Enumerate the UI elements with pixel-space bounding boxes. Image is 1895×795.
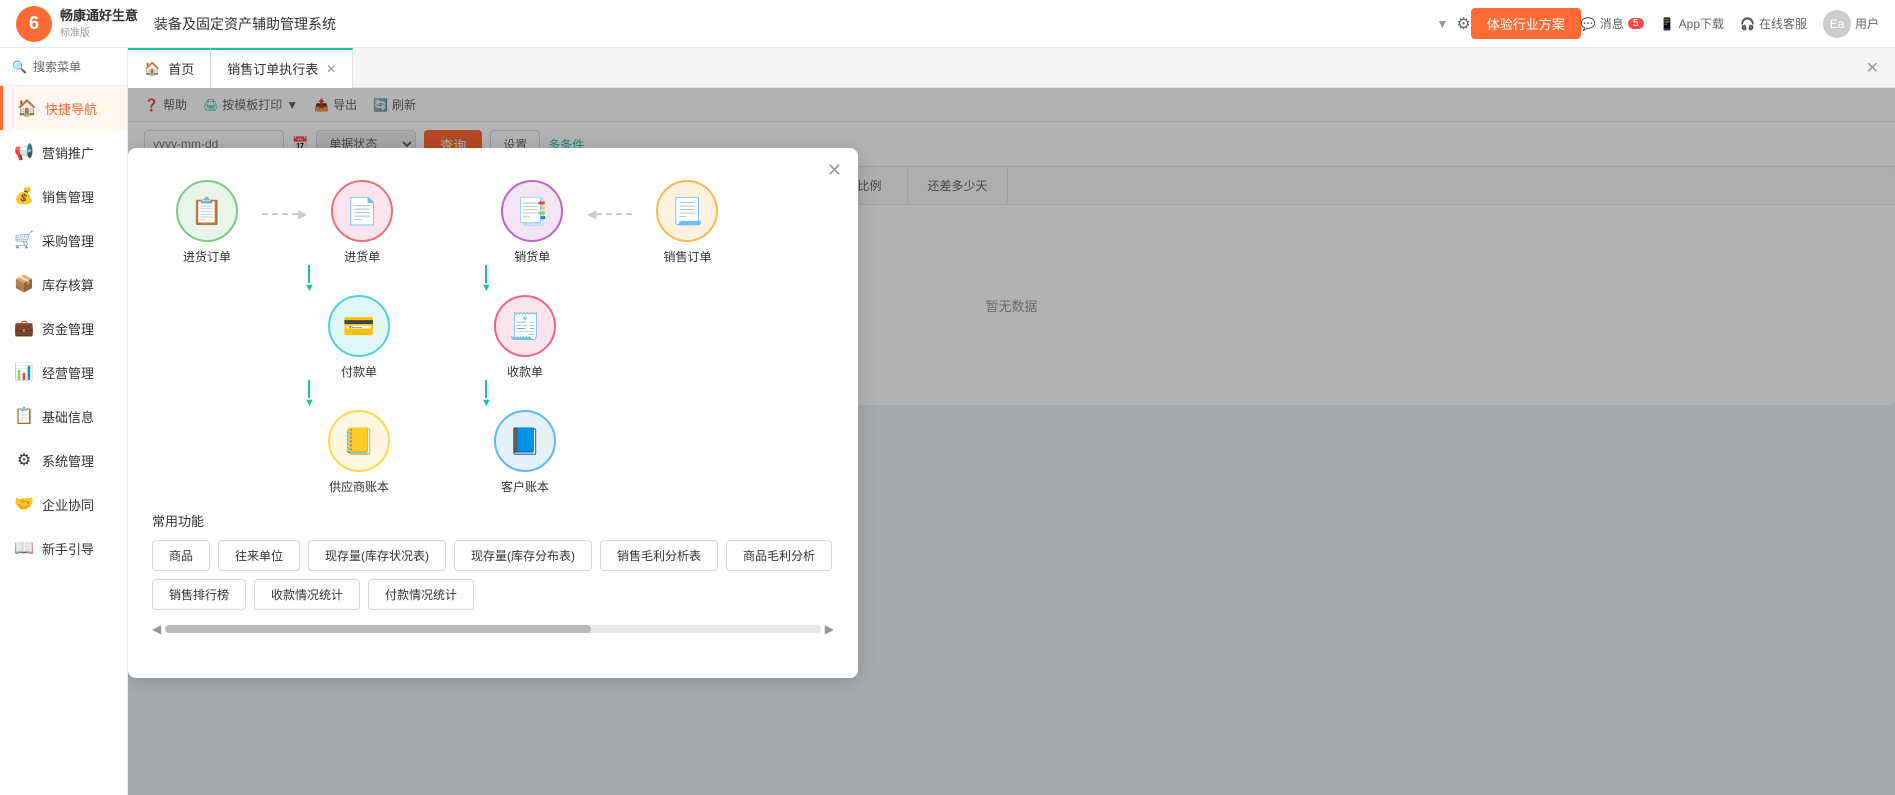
flow-node[interactable]: 📃销售订单 [632, 180, 742, 265]
tab-sales-exec[interactable]: 销售订单执行表 ✕ [211, 48, 353, 88]
sidebar-label-system: 系统管理 [42, 451, 94, 470]
message-item[interactable]: 💬 消息 5 [1581, 15, 1644, 32]
common-btn-stock-status[interactable]: 现存量(库存状况表) [308, 540, 446, 571]
home-icon: 🏠 [17, 98, 37, 118]
search-menu[interactable]: 🔍 搜索菜单 [0, 48, 127, 86]
gear-icon[interactable]: ⚙ [1456, 14, 1470, 34]
trial-button[interactable]: 体验行业方案 [1471, 8, 1581, 39]
app-download-icon: 📱 [1660, 17, 1675, 31]
money-icon: 💰 [14, 186, 34, 206]
sidebar-item-sales[interactable]: 💰 销售管理 [0, 174, 127, 218]
sidebar-item-finance[interactable]: 💼 资金管理 [0, 306, 127, 350]
sidebar-label-enterprise: 企业协同 [42, 495, 94, 514]
headset-icon: 🎧 [1740, 17, 1755, 31]
cart-icon: 🛒 [14, 230, 34, 250]
sidebar-label-quick-nav: 快捷导航 [45, 99, 97, 118]
common-btn-partner[interactable]: 往来单位 [218, 540, 300, 571]
sidebar-item-basic-info[interactable]: 📋 基础信息 [0, 394, 127, 438]
common-btn-product-profit[interactable]: 商品毛利分析 [726, 540, 832, 571]
sidebar-label-basic-info: 基础信息 [42, 407, 94, 426]
flow-node[interactable]: 💳付款单 [304, 295, 414, 380]
sidebar-label-sales: 销售管理 [42, 187, 94, 206]
app-download-label: App下载 [1679, 15, 1724, 32]
flow-node[interactable]: 📒供应商账本 [304, 410, 414, 495]
app-download-item[interactable]: 📱 App下载 [1660, 15, 1724, 32]
search-icon: 🔍 [12, 60, 27, 74]
tab-home-label: 首页 [168, 59, 194, 78]
dropdown-icon[interactable]: ▼ [1436, 17, 1448, 31]
scroll-right-icon[interactable]: ▶ [825, 622, 834, 636]
sidebar-label-marketing: 营销推广 [42, 143, 94, 162]
sidebar-label-guide: 新手引导 [42, 539, 94, 558]
common-buttons-row-1: 商品 往来单位 现存量(库存状况表) 现存量(库存分布表) 销售毛利分析表 商品… [152, 540, 834, 571]
sidebar-item-operations[interactable]: 📊 经营管理 [0, 350, 127, 394]
handshake-icon: 🤝 [14, 494, 34, 514]
sidebar-item-enterprise[interactable]: 🤝 企业协同 [0, 482, 127, 526]
flow-node[interactable]: 🧾收款单 [470, 295, 580, 380]
flow-node[interactable]: 📑销货单 [477, 180, 587, 265]
home-tab-icon: 🏠 [144, 61, 160, 77]
sidebar-label-purchase: 采购管理 [42, 231, 94, 250]
flow-diagram: 📋进货订单▶📄进货单📑销货单◀📃销售订单▼▼💳付款单🧾收款单▼▼📒供应商账本📘客… [152, 172, 834, 503]
user-name: 用户 [1855, 15, 1879, 32]
tab-home[interactable]: 🏠 首页 [128, 48, 211, 88]
common-btn-payment-stats[interactable]: 付款情况统计 [368, 579, 474, 610]
flow-node[interactable]: 📄进货单 [307, 180, 417, 265]
common-btn-sales-profit[interactable]: 销售毛利分析表 [600, 540, 718, 571]
avatar: Ea [1823, 10, 1851, 38]
box-icon: 📦 [14, 274, 34, 294]
modal-close-button[interactable]: ✕ [827, 160, 842, 181]
gear-nav-icon: ⚙ [14, 450, 34, 470]
common-btn-receipt-stats[interactable]: 收款情况统计 [254, 579, 360, 610]
message-label: 消息 [1600, 15, 1624, 32]
logo-icon: 6 [16, 6, 52, 42]
chart-icon: 📊 [14, 362, 34, 382]
logo-text: 畅康通好生意 标准版 [60, 8, 138, 39]
modal-overlay: ✕ 📋进货订单▶📄进货单📑销货单◀📃销售订单▼▼💳付款单🧾收款单▼▼📒供应商账本… [128, 88, 1895, 795]
common-buttons-row-2: 销售排行榜 收款情况统计 付款情况统计 [152, 579, 834, 610]
book-icon: 📖 [14, 538, 34, 558]
flow-modal: ✕ 📋进货订单▶📄进货单📑销货单◀📃销售订单▼▼💳付款单🧾收款单▼▼📒供应商账本… [128, 148, 858, 678]
tab-bar: 🏠 首页 销售订单执行表 ✕ ✕ [128, 48, 1895, 88]
message-badge: 5 [1628, 18, 1644, 29]
search-menu-label: 搜索菜单 [33, 58, 81, 75]
sidebar-item-system[interactable]: ⚙ 系统管理 [0, 438, 127, 482]
scroll-left-icon[interactable]: ◀ [152, 622, 161, 636]
scroll-thumb[interactable] [165, 625, 591, 633]
logo-title: 畅康通好生意 [60, 8, 138, 24]
message-icon: 💬 [1581, 17, 1596, 31]
user-item[interactable]: Ea 用户 [1823, 10, 1879, 38]
sidebar-label-finance: 资金管理 [42, 319, 94, 338]
main-content: ❓ 帮助 🖨 按模板打印 ▼ 📤 导出 🔄 刷新 [128, 88, 1895, 795]
close-all-icon[interactable]: ✕ [1866, 58, 1895, 78]
sidebar-nav: 🏠 快捷导航 📢 营销推广 💰 销售管理 🛒 采购管理 📦 库存核 [0, 86, 127, 795]
logo-sub: 标准版 [60, 24, 138, 39]
sidebar-label-inventory: 库存核算 [42, 275, 94, 294]
sidebar-item-purchase[interactable]: 🛒 采购管理 [0, 218, 127, 262]
flow-node[interactable]: 📋进货订单 [152, 180, 262, 265]
common-btn-product[interactable]: 商品 [152, 540, 210, 571]
sidebar-item-quick-nav[interactable]: 🏠 快捷导航 [0, 86, 127, 130]
sidebar-label-operations: 经营管理 [42, 363, 94, 382]
online-service-item[interactable]: 🎧 在线客服 [1740, 15, 1807, 32]
sidebar-item-inventory[interactable]: 📦 库存核算 [0, 262, 127, 306]
common-functions-section: 常用功能 商品 往来单位 现存量(库存状况表) 现存量(库存分布表) 销售毛利分… [152, 511, 834, 610]
tab-close-icon[interactable]: ✕ [326, 62, 336, 76]
clipboard-icon: 📋 [14, 406, 34, 426]
common-btn-sales-rank[interactable]: 销售排行榜 [152, 579, 246, 610]
flow-node[interactable]: 📘客户账本 [470, 410, 580, 495]
briefcase-icon: 💼 [14, 318, 34, 338]
modal-scrollbar[interactable]: ◀ ▶ [152, 622, 834, 636]
scroll-track [165, 625, 821, 633]
sidebar-item-guide[interactable]: 📖 新手引导 [0, 526, 127, 570]
online-service-label: 在线客服 [1759, 15, 1807, 32]
common-functions-title: 常用功能 [152, 511, 834, 530]
logo-area: 6 畅康通好生意 标准版 [16, 6, 138, 42]
tab-sales-exec-label: 销售订单执行表 [227, 59, 318, 78]
system-title: 装备及固定资产辅助管理系统 [154, 14, 1436, 34]
sidebar-item-marketing[interactable]: 📢 营销推广 [0, 130, 127, 174]
common-btn-stock-dist[interactable]: 现存量(库存分布表) [454, 540, 592, 571]
megaphone-icon: 📢 [14, 142, 34, 162]
